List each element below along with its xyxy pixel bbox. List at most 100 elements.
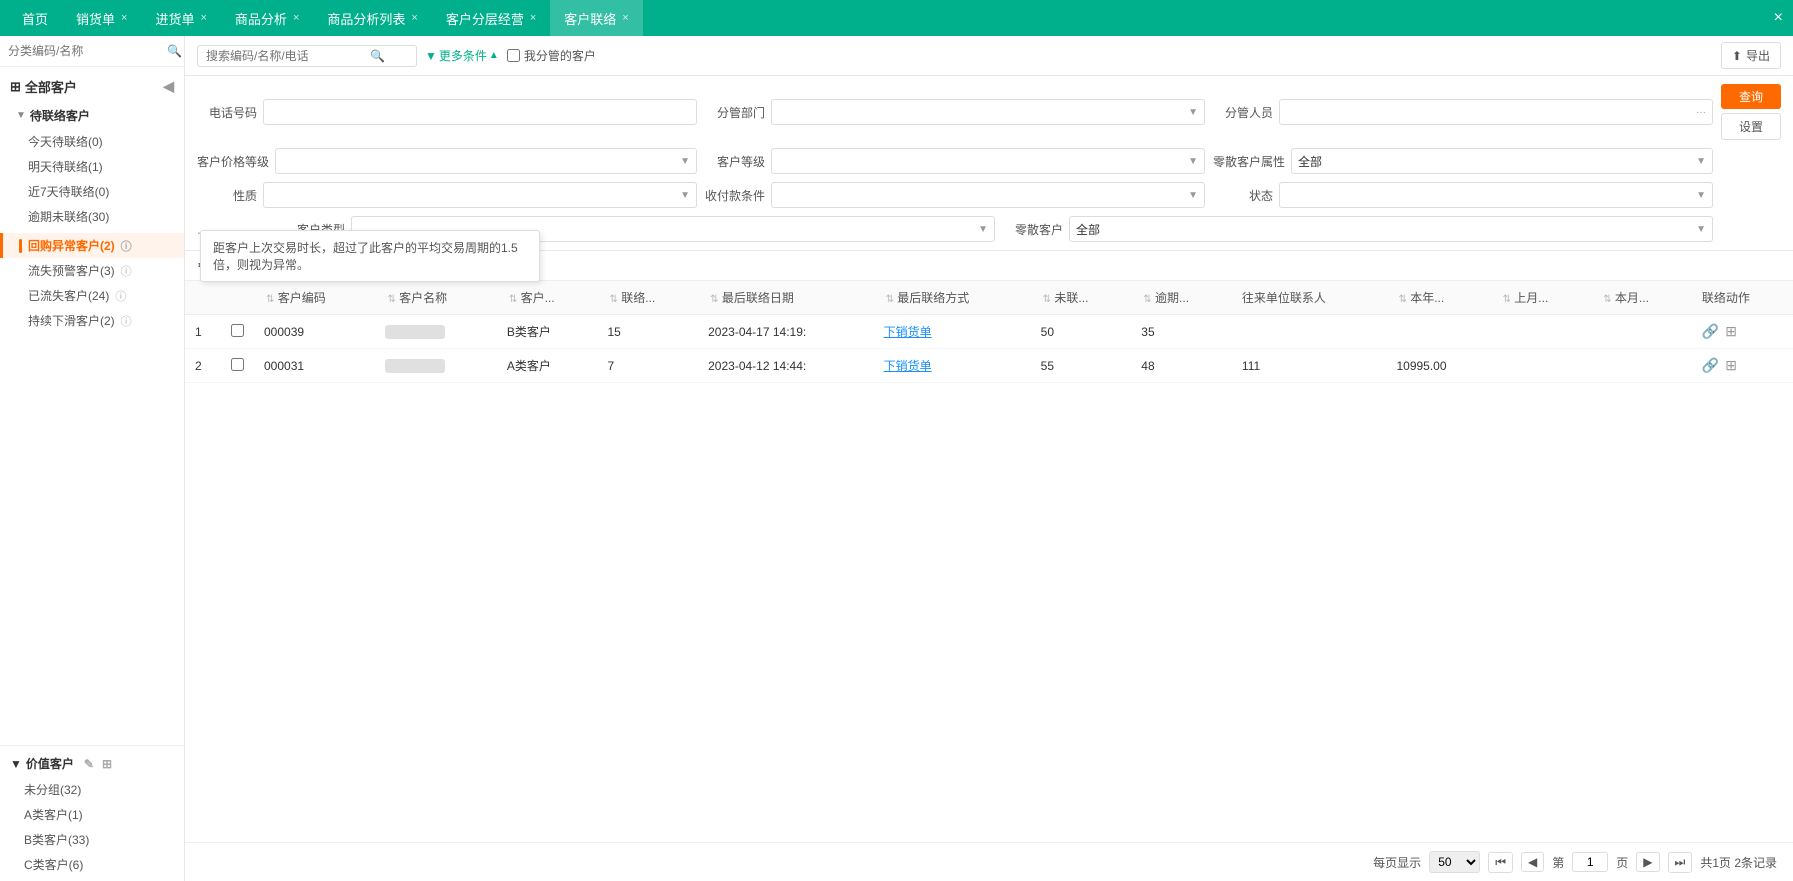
next-page-button[interactable]: ▶	[1636, 852, 1659, 872]
sidebar-item-unclassified[interactable]: 未分组(32)	[0, 777, 184, 802]
row1-checkbox[interactable]	[221, 315, 254, 349]
phone-input[interactable]	[263, 99, 697, 125]
export-button[interactable]: ⬆ 导出	[1721, 42, 1781, 69]
sidebar-item-churn-warning[interactable]: 流失预警客户(3) ⓘ	[0, 258, 184, 283]
nav-close-segment[interactable]: ×	[530, 12, 536, 24]
group-icon[interactable]: ⊞	[102, 757, 112, 771]
th-contact-count[interactable]: ⇅ 联络...	[598, 281, 699, 315]
row1-name	[375, 315, 496, 349]
row2-last-month	[1491, 349, 1592, 383]
my-customers-check[interactable]	[507, 49, 520, 62]
prev-page-button[interactable]: ◀	[1521, 852, 1544, 872]
more-conditions-button[interactable]: ▼ 更多条件 ▲	[425, 47, 499, 64]
settings-button[interactable]: 设置	[1721, 113, 1781, 140]
filter-bar: 🔍 ▼ 更多条件 ▲ 我分管的客户 ⬆ 导出	[185, 36, 1793, 76]
row1-this-year	[1386, 315, 1490, 349]
nav-product-list[interactable]: 商品分析列表 ×	[313, 0, 431, 36]
filter-row-3: 性质 ▼ 收付款条件 ▼ 状态	[197, 182, 1781, 208]
th-name[interactable]: ⇅ 客户名称	[375, 281, 496, 315]
th-cust-type[interactable]: ⇅ 客户...	[497, 281, 598, 315]
sidebar-item-overdue[interactable]: 逾期未联络(30)	[0, 204, 184, 229]
nav-purchase-order[interactable]: 进货单 ×	[141, 0, 220, 36]
nav-home[interactable]: 首页	[8, 0, 62, 36]
row2-link-icon[interactable]: 🔗	[1702, 357, 1719, 374]
row1-code: 000039	[254, 315, 375, 349]
price-select[interactable]: ▼	[275, 148, 697, 174]
row2-grid-icon[interactable]: ⊞	[1725, 357, 1737, 374]
cust-level-select[interactable]: ▼	[771, 148, 1205, 174]
row1-grid-icon[interactable]: ⊞	[1725, 323, 1737, 340]
th-code[interactable]: ⇅ 客户编码	[254, 281, 375, 315]
nav-close-product-list[interactable]: ×	[411, 12, 417, 24]
th-unit-contact[interactable]: 往来单位联系人	[1232, 281, 1387, 315]
dept-select[interactable]: ▼	[771, 99, 1205, 125]
nav-sales-order[interactable]: 销货单 ×	[62, 0, 141, 36]
my-customers-checkbox[interactable]: 我分管的客户	[507, 47, 596, 64]
row2-method-link[interactable]: 下销货单	[884, 359, 932, 373]
collapse-icon[interactable]: ◀	[163, 78, 174, 95]
row1-last-method[interactable]: 下销货单	[874, 315, 1031, 349]
sidebar-search-icon[interactable]: 🔍	[167, 44, 182, 58]
row1-link-icon[interactable]: 🔗	[1702, 323, 1719, 340]
search-input[interactable]	[206, 49, 366, 63]
gender-select[interactable]: ▼	[263, 182, 697, 208]
nav-close-contact[interactable]: ×	[622, 12, 628, 24]
nav-close-purchase[interactable]: ×	[200, 12, 206, 24]
row1-method-link[interactable]: 下销货单	[884, 325, 932, 339]
search-icon[interactable]: 🔍	[370, 49, 385, 63]
sidebar-item-churned[interactable]: 已流失客户(24) ⓘ	[0, 283, 184, 308]
nav-close-product-analysis[interactable]: ×	[293, 12, 299, 24]
sidebar-all-customers[interactable]: ⊞ 全部客户 ◀	[0, 71, 184, 102]
th-uncontacted[interactable]: ⇅ 未联...	[1031, 281, 1132, 315]
last-page-button[interactable]: ⏭	[1668, 852, 1693, 873]
retail-cust-select[interactable]: 全部 ▼	[1069, 216, 1713, 242]
cust-level-label: 客户等级	[705, 153, 765, 170]
sidebar-item-today[interactable]: 今天待联络(0)	[0, 129, 184, 154]
total-label: 共1页 2条记录	[1700, 854, 1777, 871]
th-lastmonth-sort-icon: ⇅	[1503, 294, 1511, 305]
sidebar-item-class-c[interactable]: C类客户(6)	[0, 852, 184, 877]
sidebar-item-class-b[interactable]: B类客户(33)	[0, 827, 184, 852]
edit-icon[interactable]: ✎	[84, 757, 94, 771]
th-last-contact-method[interactable]: ⇅ 最后联络方式	[874, 281, 1031, 315]
manager-select[interactable]: ···	[1279, 99, 1713, 125]
top-nav: 首页 销货单 × 进货单 × 商品分析 × 商品分析列表 × 客户分层经营 × …	[0, 0, 1793, 36]
value-section-title[interactable]: ▼ 价值客户 ✎ ⊞	[0, 750, 184, 777]
pending-section-title[interactable]: ▼ 待联络客户	[0, 102, 184, 129]
sidebar-item-declining[interactable]: 持续下滑客户(2) ⓘ	[0, 308, 184, 333]
nav-customer-contact[interactable]: 客户联络 ×	[550, 0, 642, 36]
th-last-contact-date[interactable]: ⇅ 最后联络日期	[698, 281, 873, 315]
th-this-year[interactable]: ⇅ 本年...	[1386, 281, 1490, 315]
manager-dots-icon: ···	[1696, 107, 1706, 118]
nav-close-all-button[interactable]: ×	[1774, 9, 1783, 27]
sidebar-item-repurchase-abnormal[interactable]: 回购异常客户(2) ⓘ	[0, 233, 184, 258]
nav-close-sales[interactable]: ×	[121, 12, 127, 24]
sidebar: 🔍 ⊞ 全部客户 ◀ ▼ 待联络客户 今天待联络(0) 明天待联络(1) 近7天…	[0, 36, 185, 881]
row2-checkbox[interactable]	[221, 349, 254, 383]
th-this-month[interactable]: ⇅ 本月...	[1591, 281, 1692, 315]
status-select[interactable]: ▼	[1279, 182, 1713, 208]
nav-product-analysis[interactable]: 商品分析 ×	[221, 0, 313, 36]
sidebar-search-input[interactable]	[8, 44, 163, 58]
query-button[interactable]: 查询	[1721, 84, 1781, 109]
per-page-select[interactable]: 50 100 200	[1429, 851, 1480, 873]
row1-check[interactable]	[231, 324, 244, 337]
nav-customer-segment[interactable]: 客户分层经营 ×	[432, 0, 550, 36]
sidebar-bottom: ▼ 价值客户 ✎ ⊞ 未分组(32) A类客户(1) B类客户(33) C类客户…	[0, 745, 184, 881]
retail-attr-select[interactable]: 全部 ▼	[1291, 148, 1713, 174]
payment-select[interactable]: ▼	[771, 182, 1205, 208]
sidebar-item-7days[interactable]: 近7天待联络(0)	[0, 179, 184, 204]
row2-check[interactable]	[231, 358, 244, 371]
filter-manager: 分管人员 ···	[1213, 99, 1713, 125]
th-overdue[interactable]: ⇅ 逾期...	[1131, 281, 1232, 315]
first-page-button[interactable]: ⏮	[1488, 852, 1513, 873]
filter-department: 分管部门 ▼	[705, 99, 1205, 125]
th-last-month[interactable]: ⇅ 上月...	[1491, 281, 1592, 315]
page-number-input[interactable]	[1572, 852, 1608, 872]
sidebar-item-class-a[interactable]: A类客户(1)	[0, 802, 184, 827]
row2-last-method[interactable]: 下销货单	[874, 349, 1031, 383]
info-icon-2: ⓘ	[121, 263, 132, 279]
sidebar-item-tomorrow[interactable]: 明天待联络(1)	[0, 154, 184, 179]
cust-type-chevron-icon: ▼	[978, 224, 988, 235]
phone-label: 电话号码	[197, 104, 257, 121]
